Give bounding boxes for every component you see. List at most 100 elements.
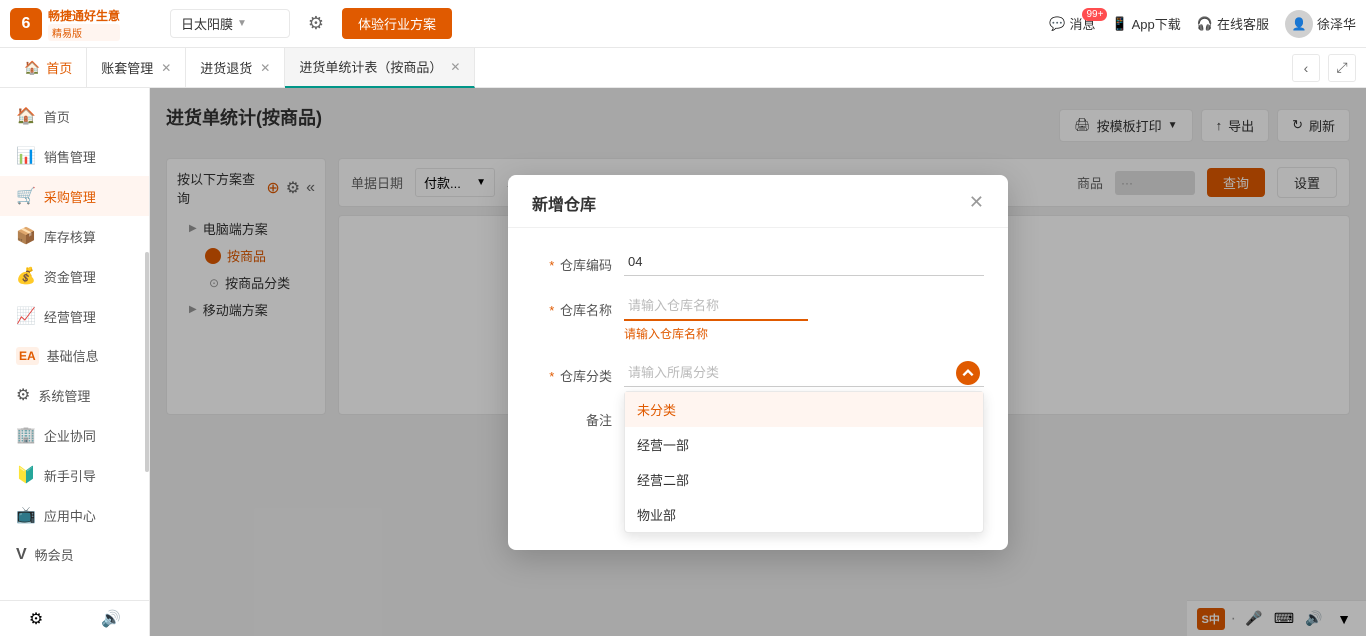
sidebar-settings-icon[interactable]: ⚙ bbox=[29, 609, 43, 629]
message-icon: 💬 bbox=[1049, 16, 1065, 32]
header-right: 💬 消息 99+ 📱 App下载 🎧 在线客服 👤 徐泽华 bbox=[1049, 10, 1356, 38]
tab-accounts[interactable]: 账套管理 ✕ bbox=[87, 48, 186, 88]
category-input[interactable] bbox=[624, 359, 984, 387]
app-download-button[interactable]: 📱 App下载 bbox=[1111, 14, 1180, 33]
main-layout: 🏠 首页 📊 销售管理 🛒 采购管理 📦 库存核算 💰 资金管理 📈 经营管理 … bbox=[0, 88, 1366, 636]
finance-icon: 💰 bbox=[16, 266, 36, 286]
basic-info-icon: EA bbox=[16, 347, 39, 365]
sidebar-item-finance[interactable]: 💰 资金管理 bbox=[0, 256, 149, 296]
app-logo: 6 bbox=[10, 8, 42, 40]
sidebar-speaker-icon[interactable]: 🔊 bbox=[101, 609, 121, 629]
sidebar-item-app-center-label: 应用中心 bbox=[44, 506, 96, 525]
tab-purchase-stat[interactable]: 进货单统计表（按商品） ✕ bbox=[285, 48, 475, 88]
enterprise-icon: 🏢 bbox=[16, 425, 36, 445]
sidebar-scrollbar[interactable] bbox=[145, 252, 149, 471]
dropdown-option-property[interactable]: 物业部 bbox=[625, 497, 983, 532]
brand-info: 畅捷通好生意 精易版 bbox=[48, 7, 120, 41]
content-area: 进货单统计(按商品) 🖨 按模板打印 ▼ ↑ 导出 ↻ 刷新 bbox=[150, 88, 1366, 636]
remark-label: 备注 bbox=[532, 403, 612, 429]
sidebar-item-basic-info[interactable]: EA 基础信息 bbox=[0, 336, 149, 375]
warehouse-category-label: * 仓库分类 bbox=[532, 359, 612, 385]
username-label: 徐泽华 bbox=[1317, 14, 1356, 33]
dropdown-option-dept1[interactable]: 经营一部 bbox=[625, 427, 983, 462]
sidebar-item-sales[interactable]: 📊 销售管理 bbox=[0, 136, 149, 176]
sidebar-item-member[interactable]: V 畅会员 bbox=[0, 535, 149, 574]
home-icon: 🏠 bbox=[16, 106, 36, 126]
user-avatar: 👤 bbox=[1285, 10, 1313, 38]
sidebar-item-finance-label: 资金管理 bbox=[44, 267, 96, 286]
category-wrapper: 未分类 经营一部 经营二部 物业部 bbox=[624, 359, 984, 387]
logo-area: 6 畅捷通好生意 精易版 bbox=[10, 7, 160, 41]
settings-gear-icon[interactable]: ⚙ bbox=[300, 8, 332, 40]
dropdown-option-dept2[interactable]: 经营二部 bbox=[625, 462, 983, 497]
sidebar: 🏠 首页 📊 销售管理 🛒 采购管理 📦 库存核算 💰 资金管理 📈 经营管理 … bbox=[0, 88, 150, 636]
warehouse-code-input[interactable] bbox=[624, 248, 984, 276]
guide-icon: 🔰 bbox=[16, 465, 36, 485]
message-badge: 99+ bbox=[1082, 8, 1107, 21]
sidebar-item-guide-label: 新手引导 bbox=[44, 466, 96, 485]
tab-home-label: 首页 bbox=[46, 58, 72, 77]
brand-name: 畅捷通好生意 bbox=[48, 7, 120, 24]
sidebar-item-sales-label: 销售管理 bbox=[44, 147, 96, 166]
store-name: 日太阳膜 bbox=[181, 14, 233, 33]
sidebar-item-operations-label: 经营管理 bbox=[44, 307, 96, 326]
sidebar-item-operations[interactable]: 📈 经营管理 bbox=[0, 296, 149, 336]
sidebar-bottom: ⚙ 🔊 bbox=[0, 600, 150, 636]
category-toggle-button[interactable] bbox=[956, 361, 980, 385]
modal-header: 新增仓库 ✕ bbox=[508, 175, 1008, 228]
sidebar-item-home[interactable]: 🏠 首页 bbox=[0, 96, 149, 136]
tab-home[interactable]: 🏠 首页 bbox=[10, 48, 87, 88]
warehouse-code-label: * 仓库编码 bbox=[532, 248, 612, 274]
top-header: 6 畅捷通好生意 精易版 日太阳膜 ▼ ⚙ 体验行业方案 💬 消息 99+ 📱 … bbox=[0, 0, 1366, 48]
warehouse-name-row: * 仓库名称 请输入仓库名称 bbox=[532, 292, 984, 343]
sidebar-item-inventory-label: 库存核算 bbox=[44, 227, 96, 246]
sales-icon: 📊 bbox=[16, 146, 36, 166]
message-button[interactable]: 💬 消息 99+ bbox=[1049, 14, 1095, 33]
sidebar-item-enterprise-label: 企业协同 bbox=[44, 426, 96, 445]
user-profile-button[interactable]: 👤 徐泽华 bbox=[1285, 10, 1356, 38]
modal-overlay[interactable]: 新增仓库 ✕ * 仓库编码 bbox=[150, 88, 1366, 636]
phone-icon: 📱 bbox=[1111, 16, 1127, 32]
headset-icon: 🎧 bbox=[1197, 16, 1213, 32]
purchase-icon: 🛒 bbox=[16, 186, 36, 206]
experience-button[interactable]: 体验行业方案 bbox=[342, 8, 452, 39]
tab-purchase-return-close[interactable]: ✕ bbox=[260, 61, 270, 75]
app-center-icon: 📺 bbox=[16, 505, 36, 525]
sidebar-item-purchase-label: 采购管理 bbox=[44, 187, 96, 206]
error-message: 请输入仓库名称 bbox=[624, 327, 708, 341]
online-service-button[interactable]: 🎧 在线客服 bbox=[1197, 14, 1269, 33]
warehouse-name-inner: * 仓库名称 bbox=[532, 292, 808, 321]
tab-purchase-stat-label: 进货单统计表（按商品） bbox=[299, 57, 442, 76]
sidebar-item-app-center[interactable]: 📺 应用中心 bbox=[0, 495, 149, 535]
category-dropdown: 未分类 经营一部 经营二部 物业部 bbox=[624, 391, 984, 533]
inventory-icon: 📦 bbox=[16, 226, 36, 246]
sidebar-item-system-label: 系统管理 bbox=[38, 386, 90, 405]
edition-badge: 精易版 bbox=[48, 24, 120, 41]
sidebar-item-guide[interactable]: 🔰 新手引导 bbox=[0, 455, 149, 495]
modal-close-button[interactable]: ✕ bbox=[969, 192, 984, 213]
tab-next-button[interactable]: ⤢ bbox=[1328, 54, 1356, 82]
tab-purchase-stat-close[interactable]: ✕ bbox=[450, 60, 460, 74]
member-icon: V bbox=[16, 546, 27, 564]
tab-purchase-return[interactable]: 进货退货 ✕ bbox=[186, 48, 285, 88]
tab-accounts-close[interactable]: ✕ bbox=[161, 61, 171, 75]
dropdown-option-uncategorized[interactable]: 未分类 bbox=[625, 392, 983, 427]
sidebar-item-system[interactable]: ⚙ 系统管理 bbox=[0, 375, 149, 415]
warehouse-name-label: * 仓库名称 bbox=[532, 293, 612, 319]
sidebar-item-basic-info-label: 基础信息 bbox=[47, 346, 99, 365]
tab-bar: 🏠 首页 账套管理 ✕ 进货退货 ✕ 进货单统计表（按商品） ✕ ‹ ⤢ bbox=[0, 48, 1366, 88]
system-icon: ⚙ bbox=[16, 385, 30, 405]
store-selector[interactable]: 日太阳膜 ▼ bbox=[170, 9, 290, 38]
chevron-down-icon: ▼ bbox=[237, 18, 247, 29]
sidebar-item-inventory[interactable]: 📦 库存核算 bbox=[0, 216, 149, 256]
warehouse-name-input[interactable] bbox=[624, 292, 808, 321]
sidebar-item-enterprise[interactable]: 🏢 企业协同 bbox=[0, 415, 149, 455]
sidebar-item-home-label: 首页 bbox=[44, 107, 70, 126]
warehouse-category-row: * 仓库分类 bbox=[532, 359, 984, 387]
chevron-up-icon bbox=[961, 366, 975, 380]
tab-purchase-return-label: 进货退货 bbox=[200, 58, 252, 77]
operations-icon: 📈 bbox=[16, 306, 36, 326]
required-mark: * bbox=[549, 258, 554, 273]
sidebar-item-purchase[interactable]: 🛒 采购管理 bbox=[0, 176, 149, 216]
tab-prev-button[interactable]: ‹ bbox=[1292, 54, 1320, 82]
